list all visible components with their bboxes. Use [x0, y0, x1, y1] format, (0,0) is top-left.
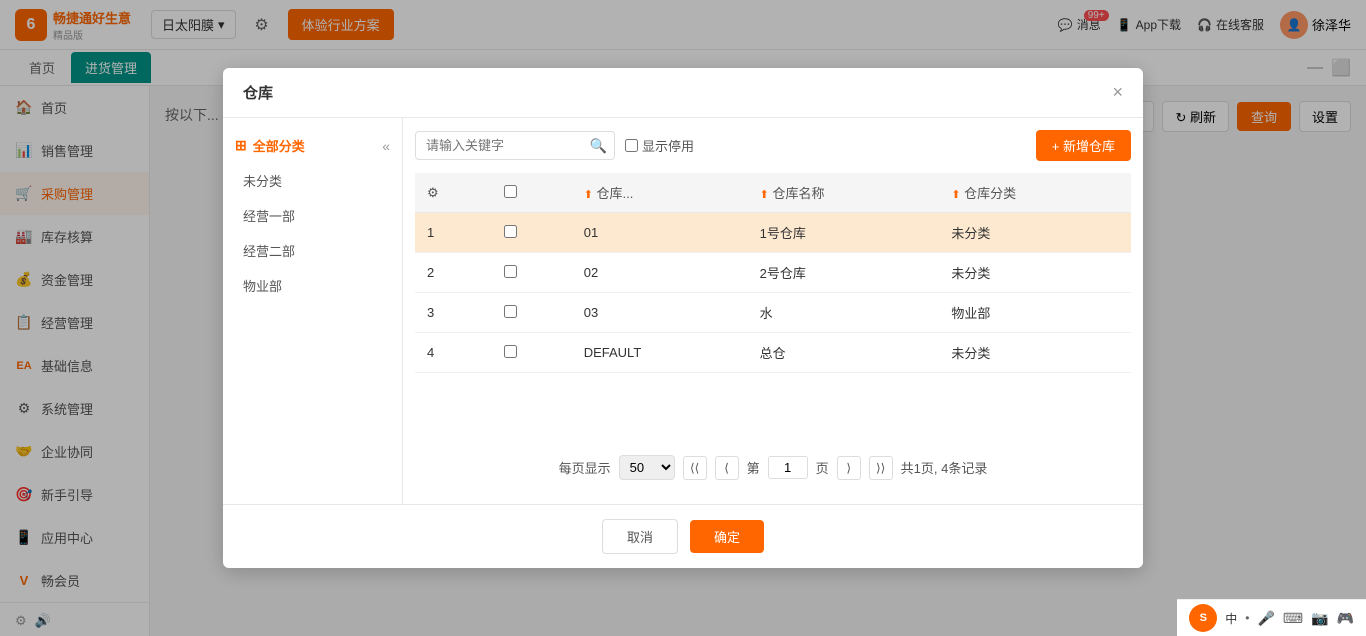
table-row[interactable]: 3 03 水 物业部	[415, 293, 1131, 333]
th-warehouse-category: ⬆ 仓库分类	[939, 173, 1131, 213]
row-actions: 2	[415, 253, 492, 293]
page-label: 页	[816, 458, 829, 477]
modal-header: 仓库 ×	[223, 68, 1143, 118]
row-checkbox-cell[interactable]	[492, 333, 572, 373]
row-actions: 4	[415, 333, 492, 373]
show-disabled-checkbox[interactable]	[625, 139, 638, 152]
row-category: 未分类	[939, 333, 1131, 373]
cancel-button[interactable]: 取消	[602, 519, 678, 554]
per-page-select[interactable]: 50 100	[619, 455, 675, 480]
all-categories-button[interactable]: ⊞ 全部分类	[235, 136, 305, 155]
prev-page-button[interactable]: ⟨	[715, 456, 739, 480]
brand-letter: S	[1200, 612, 1207, 624]
collapse-icon[interactable]: «	[382, 138, 390, 154]
select-all-checkbox[interactable]	[504, 185, 517, 198]
brand-icon: S	[1189, 604, 1217, 632]
row-checkbox[interactable]	[504, 305, 517, 318]
modal-body: ⊞ 全部分类 « 未分类 经营一部 经营二部 物业部 🔍	[223, 118, 1143, 504]
mic-icon[interactable]: 🎤	[1257, 610, 1274, 627]
per-page-label: 每页显示	[559, 458, 611, 477]
table-row[interactable]: 4 DEFAULT 总仓 未分类	[415, 333, 1131, 373]
confirm-button[interactable]: 确定	[690, 520, 764, 553]
row-name: 水	[748, 293, 940, 333]
all-categories-label: 全部分类	[253, 136, 305, 155]
warehouse-modal: 仓库 × ⊞ 全部分类 « 未分类 经营一部 经营二部 物业部	[223, 68, 1143, 568]
last-page-button[interactable]: ⟩⟩	[869, 456, 893, 480]
row-checkbox-cell[interactable]	[492, 213, 572, 253]
th-warehouse-id: ⬆ 仓库...	[572, 173, 748, 213]
row-id: 03	[572, 293, 748, 333]
category-item-property[interactable]: 物业部	[223, 268, 402, 303]
table-toolbar: 🔍 显示停用 + 新增仓库	[415, 130, 1131, 161]
bottom-bar: S 中 • 🎤 ⌨ 📷 🎮	[1177, 599, 1366, 636]
modal-overlay: 仓库 × ⊞ 全部分类 « 未分类 经营一部 经营二部 物业部	[0, 0, 1366, 636]
show-disabled-checkbox-label[interactable]: 显示停用	[625, 136, 694, 155]
th-warehouse-name: ⬆ 仓库名称	[748, 173, 940, 213]
page-number-label: 第	[747, 458, 760, 477]
row-category: 未分类	[939, 213, 1131, 253]
category-item-ops2[interactable]: 经营二部	[223, 233, 402, 268]
category-panel: ⊞ 全部分类 « 未分类 经营一部 经营二部 物业部	[223, 118, 403, 504]
row-id: DEFAULT	[572, 333, 748, 373]
sort-name-icon: ⬆	[760, 189, 769, 201]
row-name: 总仓	[748, 333, 940, 373]
modal-title: 仓库	[243, 82, 273, 103]
th-checkbox	[492, 173, 572, 213]
row-id: 01	[572, 213, 748, 253]
grid-icon: ⊞	[235, 137, 247, 154]
gamepad-icon[interactable]: 🎮	[1337, 610, 1354, 627]
table-row[interactable]: 2 02 2号仓库 未分类	[415, 253, 1131, 293]
search-icon[interactable]: 🔍	[590, 137, 607, 154]
first-page-button[interactable]: ⟨⟨	[683, 456, 707, 480]
camera-icon[interactable]: 📷	[1311, 610, 1328, 627]
warehouse-table: ⚙ ⬆ 仓库... ⬆ 仓库名称 ⬆	[415, 173, 1131, 373]
category-item-uncategorized[interactable]: 未分类	[223, 163, 402, 198]
category-header: ⊞ 全部分类 «	[223, 128, 402, 163]
row-checkbox-cell[interactable]	[492, 253, 572, 293]
category-item-ops1[interactable]: 经营一部	[223, 198, 402, 233]
next-page-button[interactable]: ⟩	[837, 456, 861, 480]
row-name: 1号仓库	[748, 213, 940, 253]
th-gear: ⚙	[415, 173, 492, 213]
table-row[interactable]: 1 01 1号仓库 未分类	[415, 213, 1131, 253]
row-checkbox[interactable]	[504, 265, 517, 278]
keyboard-icon[interactable]: ⌨	[1283, 610, 1303, 627]
pagination: 每页显示 50 100 ⟨⟨ ⟨ 第 页 ⟩ ⟩⟩ 共1页, 4条记录	[415, 443, 1131, 492]
search-wrap: 🔍	[415, 131, 615, 160]
row-name: 2号仓库	[748, 253, 940, 293]
modal-footer: 取消 确定	[223, 504, 1143, 568]
row-checkbox[interactable]	[504, 225, 517, 238]
row-category: 未分类	[939, 253, 1131, 293]
total-records-label: 共1页, 4条记录	[901, 458, 988, 477]
page-number-input[interactable]	[768, 456, 808, 479]
row-category: 物业部	[939, 293, 1131, 333]
chinese-input-icon[interactable]: 中	[1225, 610, 1237, 627]
row-checkbox[interactable]	[504, 345, 517, 358]
row-checkbox-cell[interactable]	[492, 293, 572, 333]
show-disabled-label: 显示停用	[642, 136, 694, 155]
search-input[interactable]	[415, 131, 615, 160]
sort-id-icon: ⬆	[584, 189, 593, 201]
modal-close-button[interactable]: ×	[1112, 82, 1123, 103]
row-actions: 1	[415, 213, 492, 253]
row-actions: 3	[415, 293, 492, 333]
dot-icon: •	[1245, 611, 1249, 625]
table-panel: 🔍 显示停用 + 新增仓库 ⚙ ⬆	[403, 118, 1143, 504]
row-id: 02	[572, 253, 748, 293]
add-warehouse-button[interactable]: + 新增仓库	[1036, 130, 1131, 161]
sort-cat-icon: ⬆	[951, 189, 960, 201]
